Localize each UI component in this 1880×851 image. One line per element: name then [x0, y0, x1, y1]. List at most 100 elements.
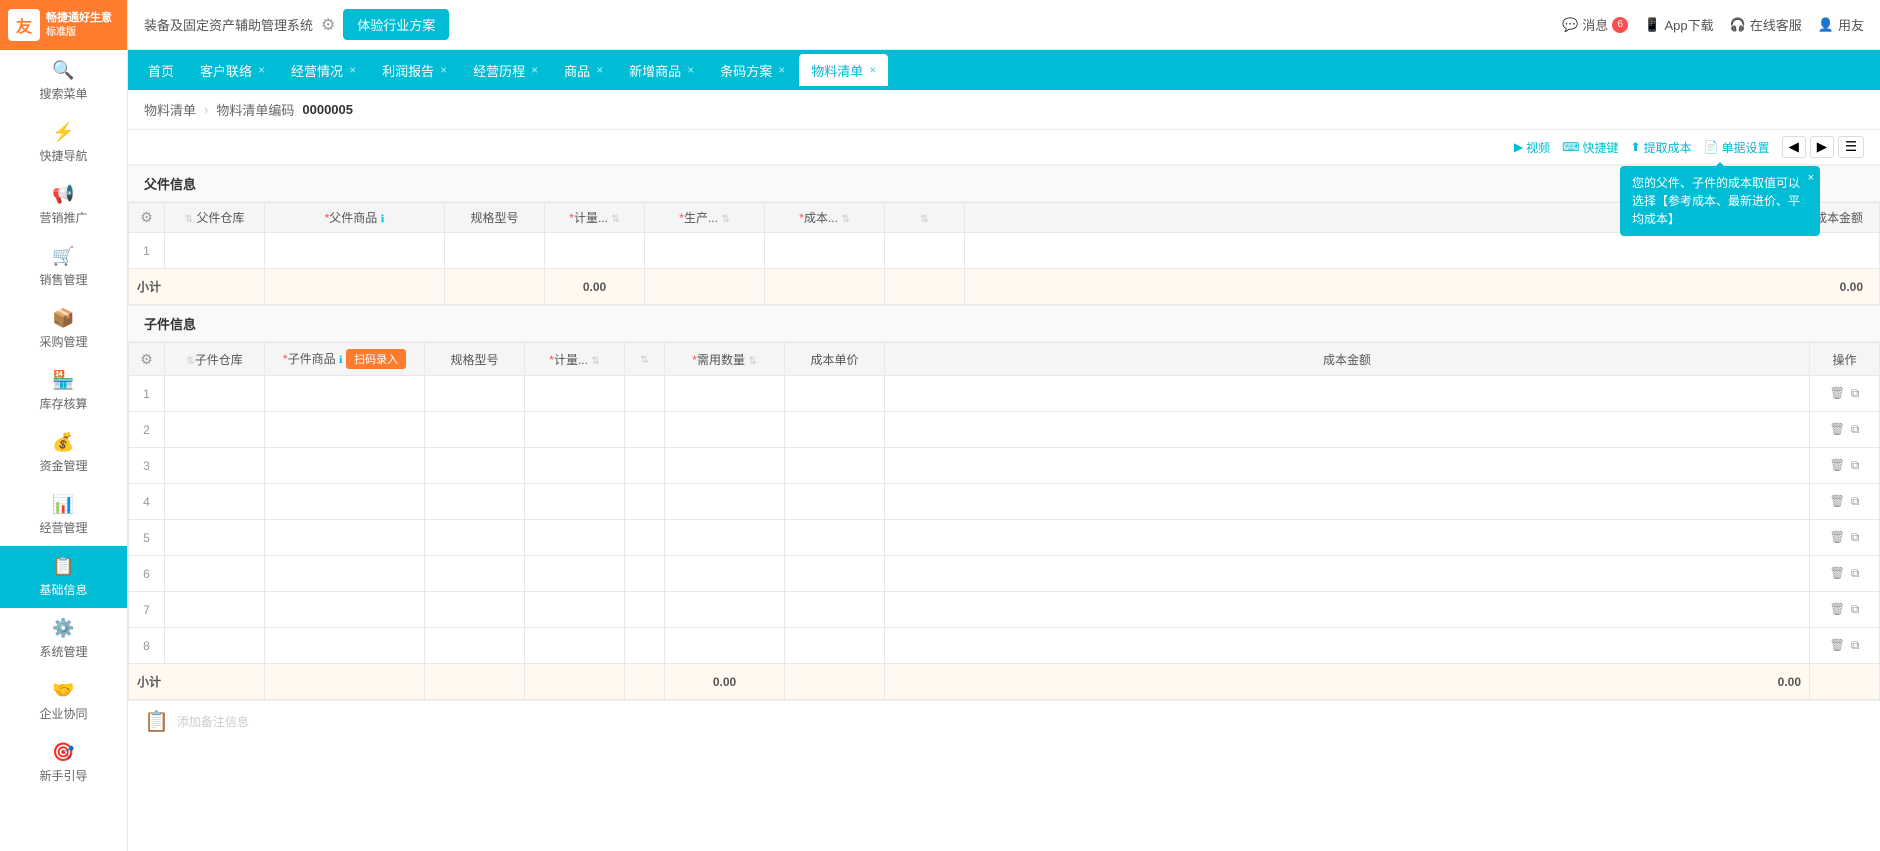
child-qty-2[interactable] [665, 412, 785, 448]
sidebar-item-inventory[interactable]: 🏪 库存核算 [0, 360, 127, 422]
child-unit-cost-4[interactable] [785, 484, 885, 520]
child-extra-7[interactable] [625, 592, 665, 628]
child-spec-2[interactable] [425, 412, 525, 448]
sidebar-item-quick-nav[interactable]: ⚡ 快捷导航 [0, 112, 127, 174]
child-warehouse-4[interactable] [165, 484, 265, 520]
delete-icon-4[interactable]: 🗑 [1830, 494, 1845, 509]
child-extra-5[interactable] [625, 520, 665, 556]
child-qty-5[interactable] [665, 520, 785, 556]
delete-icon-5[interactable]: 🗑 [1830, 530, 1845, 545]
list-view-button[interactable]: ☰ [1838, 136, 1864, 158]
app-download-button[interactable]: 📱 App下载 [1644, 15, 1713, 34]
parent-product-1[interactable] [265, 233, 445, 269]
tab-客户联络[interactable]: 客户联络× [188, 54, 277, 86]
child-product-6[interactable] [265, 556, 425, 592]
copy-icon-4[interactable]: ⧉ [1851, 494, 1860, 509]
sidebar-item-system[interactable]: ⚙️ 系统管理 [0, 608, 127, 670]
tab-经营历程[interactable]: 经营历程× [461, 54, 550, 86]
child-warehouse-7[interactable] [165, 592, 265, 628]
copy-icon-8[interactable]: ⧉ [1851, 638, 1860, 653]
child-qty-6[interactable] [665, 556, 785, 592]
child-unit-cost-3[interactable] [785, 448, 885, 484]
child-extra-2[interactable] [625, 412, 665, 448]
child-extra-3[interactable] [625, 448, 665, 484]
child-spec-5[interactable] [425, 520, 525, 556]
copy-icon-5[interactable]: ⧉ [1851, 530, 1860, 545]
child-unit-cost-7[interactable] [785, 592, 885, 628]
shortcut-button[interactable]: ⌨ 快捷键 [1562, 139, 1618, 156]
child-unit-3[interactable] [525, 448, 625, 484]
trial-button[interactable]: 体验行业方案 [343, 9, 449, 40]
tab-close-商品[interactable]: × [596, 63, 603, 77]
child-unit-cost-1[interactable] [785, 376, 885, 412]
online-service-button[interactable]: 🎧 在线客服 [1730, 15, 1802, 34]
scan-button[interactable]: 扫码录入 [346, 349, 406, 369]
message-button[interactable]: 💬 消息 6 [1562, 15, 1628, 34]
child-spec-6[interactable] [425, 556, 525, 592]
child-qty-3[interactable] [665, 448, 785, 484]
child-unit-cost-8[interactable] [785, 628, 885, 664]
sidebar-item-sales[interactable]: 🛒 销售管理 [0, 236, 127, 298]
tab-close-客户联络[interactable]: × [258, 63, 265, 77]
child-extra-6[interactable] [625, 556, 665, 592]
sidebar-item-finance[interactable]: 💰 资金管理 [0, 422, 127, 484]
child-warehouse-3[interactable] [165, 448, 265, 484]
child-warehouse-5[interactable] [165, 520, 265, 556]
delete-icon-6[interactable]: 🗑 [1830, 566, 1845, 581]
child-extra-4[interactable] [625, 484, 665, 520]
view-button[interactable]: ▶ 视频 [1514, 139, 1550, 156]
tab-close-物料清单[interactable]: × [869, 63, 876, 77]
copy-icon-1[interactable]: ⧉ [1851, 386, 1860, 401]
tab-close-经营历程[interactable]: × [531, 63, 538, 77]
parent-gear-icon[interactable]: ⚙ [140, 209, 153, 225]
tooltip-close-button[interactable]: × [1808, 170, 1814, 187]
child-unit-cost-5[interactable] [785, 520, 885, 556]
copy-icon-6[interactable]: ⧉ [1851, 566, 1860, 581]
child-unit-cost-2[interactable] [785, 412, 885, 448]
user-menu[interactable]: 👤 用友 [1818, 15, 1864, 34]
child-product-2[interactable] [265, 412, 425, 448]
parent-production-1[interactable] [645, 233, 765, 269]
child-product-4[interactable] [265, 484, 425, 520]
sidebar-item-basic-info[interactable]: 📋 基础信息 [0, 546, 127, 608]
child-qty-7[interactable] [665, 592, 785, 628]
child-warehouse-2[interactable] [165, 412, 265, 448]
child-unit-5[interactable] [525, 520, 625, 556]
tab-close-经营情况[interactable]: × [349, 63, 356, 77]
child-product-3[interactable] [265, 448, 425, 484]
sidebar-item-marketing[interactable]: 📢 营销推广 [0, 174, 127, 236]
child-warehouse-6[interactable] [165, 556, 265, 592]
delete-icon-7[interactable]: 🗑 [1830, 602, 1845, 617]
sidebar-item-guide[interactable]: 🎯 新手引导 [0, 732, 127, 794]
copy-icon-3[interactable]: ⧉ [1851, 458, 1860, 473]
tab-close-条码方案[interactable]: × [778, 63, 785, 77]
prev-button[interactable]: ◀ [1782, 136, 1806, 158]
tab-首页[interactable]: 首页 [136, 54, 186, 86]
parent-cost-1[interactable] [765, 233, 885, 269]
sidebar-item-purchase[interactable]: 📦 采购管理 [0, 298, 127, 360]
child-unit-1[interactable] [525, 376, 625, 412]
tab-经营情况[interactable]: 经营情况× [279, 54, 368, 86]
tab-物料清单[interactable]: 物料清单× [799, 54, 888, 86]
child-warehouse-8[interactable] [165, 628, 265, 664]
settings-icon[interactable]: ⚙ [321, 15, 335, 35]
copy-icon-7[interactable]: ⧉ [1851, 602, 1860, 617]
sidebar-item-cooperation[interactable]: 🤝 企业协同 [0, 670, 127, 732]
child-product-5[interactable] [265, 520, 425, 556]
parent-extra-1[interactable] [885, 233, 965, 269]
child-extra-8[interactable] [625, 628, 665, 664]
tab-商品[interactable]: 商品× [552, 54, 615, 86]
child-unit-4[interactable] [525, 484, 625, 520]
tab-close-新增商品[interactable]: × [687, 63, 694, 77]
breadcrumb-item-1[interactable]: 物料清单 [144, 100, 196, 119]
delete-icon-3[interactable]: 🗑 [1830, 458, 1845, 473]
child-spec-1[interactable] [425, 376, 525, 412]
tab-条码方案[interactable]: 条码方案× [708, 54, 797, 86]
tab-利润报告[interactable]: 利润报告× [370, 54, 459, 86]
child-unit-7[interactable] [525, 592, 625, 628]
child-product-8[interactable] [265, 628, 425, 664]
sidebar-item-operations[interactable]: 📊 经营管理 [0, 484, 127, 546]
sidebar-item-search[interactable]: 🔍 搜索菜单 [0, 50, 127, 112]
child-unit-6[interactable] [525, 556, 625, 592]
delete-icon-8[interactable]: 🗑 [1830, 638, 1845, 653]
